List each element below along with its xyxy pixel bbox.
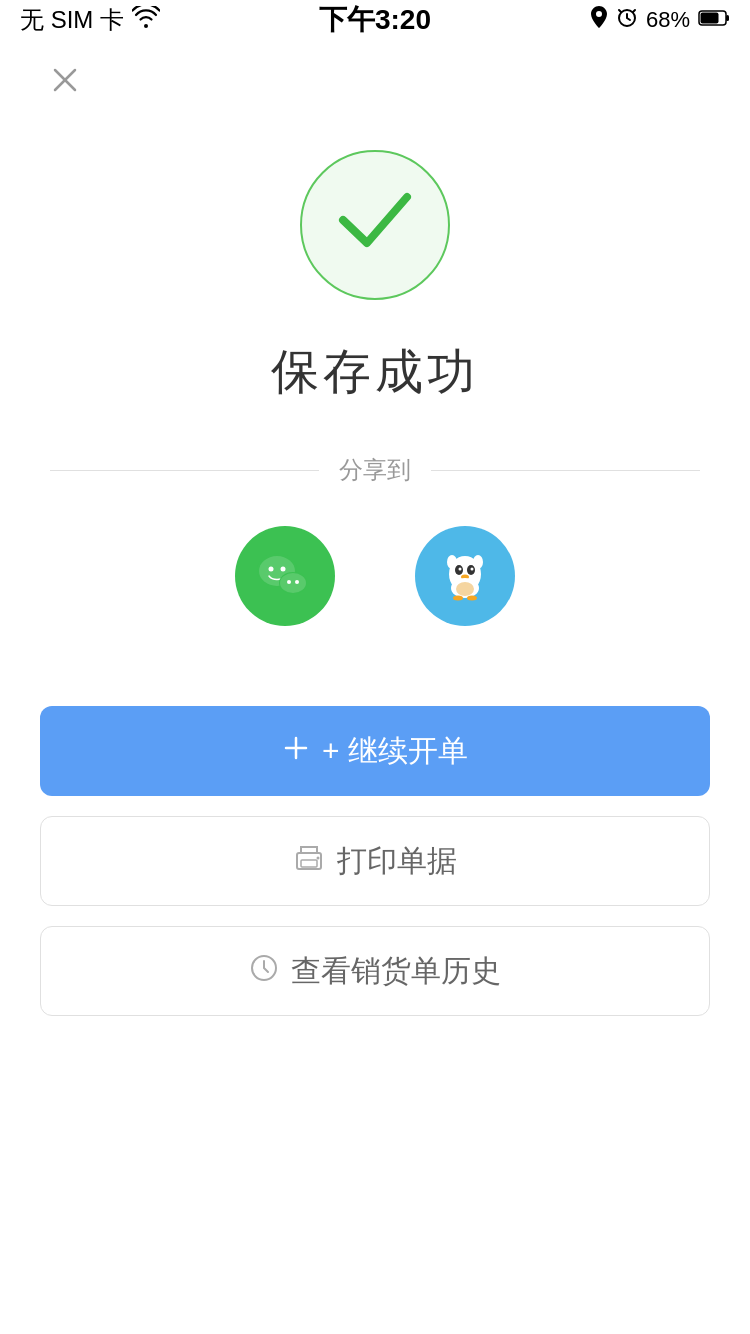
- history-button[interactable]: 查看销货单历史: [40, 926, 710, 1016]
- svg-point-26: [473, 555, 483, 569]
- share-section: 分享到: [0, 454, 750, 626]
- action-buttons: + 继续开单 打印单据 查看销货单历史: [0, 706, 750, 1016]
- battery-icon: [698, 7, 730, 33]
- history-icon: [249, 953, 279, 990]
- svg-point-9: [269, 567, 274, 572]
- share-label: 分享到: [319, 454, 431, 486]
- wechat-share-button[interactable]: [235, 526, 335, 626]
- close-button[interactable]: [40, 55, 90, 105]
- status-time: 下午3:20: [319, 1, 431, 39]
- print-button[interactable]: 打印单据: [40, 816, 710, 906]
- success-circle: [300, 150, 450, 300]
- svg-point-31: [317, 856, 320, 859]
- svg-rect-2: [726, 15, 729, 21]
- share-divider: 分享到: [0, 454, 750, 486]
- wifi-icon: [132, 6, 160, 34]
- svg-point-10: [281, 567, 286, 572]
- svg-point-22: [456, 582, 474, 596]
- qq-share-button[interactable]: [415, 526, 515, 626]
- svg-point-19: [471, 568, 474, 571]
- svg-point-12: [280, 573, 306, 593]
- print-icon: [293, 843, 325, 880]
- no-sim-text: 无 SIM 卡: [20, 4, 124, 36]
- print-label: 打印单据: [337, 841, 457, 882]
- divider-right: [431, 470, 700, 471]
- svg-point-14: [295, 580, 299, 584]
- continue-button[interactable]: + 继续开单: [40, 706, 710, 796]
- svg-point-23: [453, 596, 463, 601]
- divider-left: [50, 470, 319, 471]
- svg-point-13: [287, 580, 291, 584]
- location-icon: [590, 6, 608, 34]
- svg-rect-3: [700, 13, 718, 24]
- continue-label: + 继续开单: [322, 731, 468, 772]
- success-title: 保存成功: [271, 340, 479, 404]
- svg-point-18: [459, 568, 462, 571]
- svg-point-24: [467, 596, 477, 601]
- share-icons: [0, 526, 750, 626]
- history-label: 查看销货单历史: [291, 951, 501, 992]
- checkmark-icon: [335, 185, 415, 266]
- continue-plus-icon: [282, 734, 310, 769]
- main-content: 保存成功 分享到: [0, 40, 750, 1016]
- battery-text: 68%: [646, 7, 690, 33]
- status-left: 无 SIM 卡: [20, 4, 160, 36]
- status-bar: 无 SIM 卡 下午3:20 68%: [0, 0, 750, 40]
- svg-point-25: [447, 555, 457, 569]
- status-right: 68%: [590, 6, 730, 34]
- svg-rect-30: [301, 860, 317, 867]
- alarm-icon: [616, 6, 638, 34]
